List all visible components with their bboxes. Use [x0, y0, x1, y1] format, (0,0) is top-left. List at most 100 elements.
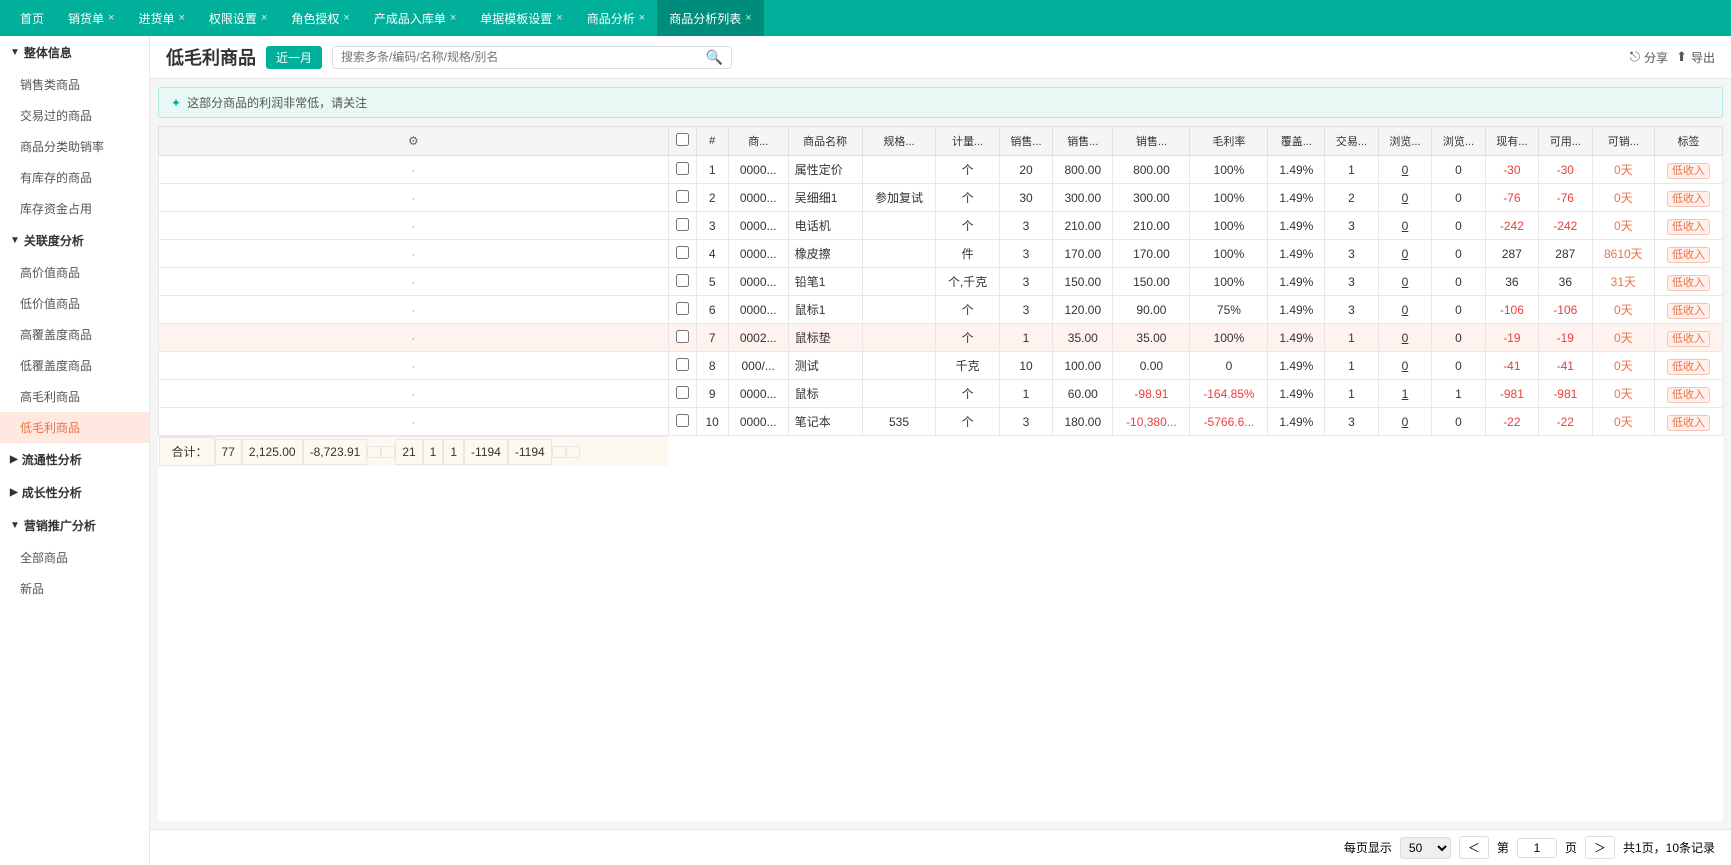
row-checkbox[interactable] — [668, 184, 696, 212]
sidebar-item-capital-occupation[interactable]: 库存资金占用 — [0, 193, 149, 224]
close-icon[interactable]: × — [556, 12, 562, 24]
page-number-input[interactable] — [1517, 838, 1557, 858]
prev-page-button[interactable]: ＜ — [1459, 836, 1489, 859]
row-views1[interactable]: 1 — [1378, 380, 1431, 408]
row-sales-price: 150.00 — [1053, 268, 1113, 296]
sidebar-item-high-value[interactable]: 高价值商品 — [0, 257, 149, 288]
col-name: 商品名称 — [788, 127, 862, 156]
nav-role-auth[interactable]: 角色授权 × — [279, 0, 361, 36]
close-icon[interactable]: × — [450, 12, 456, 24]
nav-sales-order[interactable]: 销货单 × — [56, 0, 126, 36]
sidebar-item-high-profit[interactable]: 高毛利商品 — [0, 381, 149, 412]
row-checkbox[interactable] — [668, 212, 696, 240]
row-settings[interactable]: · — [159, 212, 669, 240]
row-code: 000/... — [728, 352, 788, 380]
export-button[interactable]: ⬆ 导出 — [1676, 49, 1715, 66]
row-settings[interactable]: · — [159, 296, 669, 324]
row-name: 电话机 — [788, 212, 862, 240]
row-settings[interactable]: · — [159, 408, 669, 436]
row-unit: 个 — [936, 408, 999, 436]
row-views1[interactable]: 0 — [1378, 296, 1431, 324]
time-filter-button[interactable]: 近一月 — [266, 46, 322, 69]
sidebar-item-stock-goods[interactable]: 有库存的商品 — [0, 162, 149, 193]
row-sales-price: 800.00 — [1053, 156, 1113, 184]
sidebar-item-low-value[interactable]: 低价值商品 — [0, 288, 149, 319]
search-input[interactable] — [341, 50, 706, 64]
row-checkbox[interactable] — [668, 324, 696, 352]
select-all-checkbox[interactable] — [676, 133, 689, 146]
row-views1[interactable]: 0 — [1378, 156, 1431, 184]
sidebar-item-low-coverage[interactable]: 低覆盖度商品 — [0, 350, 149, 381]
row-available: -22 — [1539, 408, 1592, 436]
row-views1[interactable]: 0 — [1378, 240, 1431, 268]
nav-product-analysis-list[interactable]: 商品分析列表 × — [657, 0, 763, 36]
col-gross-rate: 毛利率 — [1190, 127, 1268, 156]
sidebar-group-circulation[interactable]: ▶ 流通性分析 — [0, 443, 149, 476]
col-tag: 标签 — [1655, 127, 1723, 156]
row-views1[interactable]: 0 — [1378, 212, 1431, 240]
row-transactions: 3 — [1325, 268, 1378, 296]
row-settings[interactable]: · — [159, 324, 669, 352]
close-icon[interactable]: × — [108, 12, 114, 24]
col-spec: 规格... — [862, 127, 936, 156]
row-views1[interactable]: 0 — [1378, 184, 1431, 212]
row-checkbox[interactable] — [668, 240, 696, 268]
sidebar-item-sales-goods[interactable]: 销售类商品 — [0, 69, 149, 100]
sidebar-group-growth[interactable]: ▶ 成长性分析 — [0, 476, 149, 509]
footer-transactions: 21 — [395, 439, 422, 465]
next-page-button[interactable]: ＞ — [1585, 836, 1615, 859]
row-views2: 0 — [1432, 212, 1485, 240]
nav-product-inbound[interactable]: 产成品入库单 × — [362, 0, 468, 36]
col-current-stock: 现有... — [1485, 127, 1538, 156]
row-settings[interactable]: · — [159, 352, 669, 380]
nav-product-analysis[interactable]: 商品分析 × — [575, 0, 657, 36]
sidebar-group-relevance[interactable]: ▼ 关联度分析 — [0, 224, 149, 257]
sidebar-item-new-goods[interactable]: 新品 — [0, 573, 149, 604]
close-icon[interactable]: × — [261, 12, 267, 24]
row-views2: 0 — [1432, 156, 1485, 184]
nav-permissions[interactable]: 权限设置 × — [197, 0, 279, 36]
row-views1[interactable]: 0 — [1378, 352, 1431, 380]
sidebar-group-marketing[interactable]: ▼ 营销推广分析 — [0, 509, 149, 542]
sidebar-item-traded-goods[interactable]: 交易过的商品 — [0, 100, 149, 131]
row-checkbox[interactable] — [668, 156, 696, 184]
row-settings[interactable]: · — [159, 184, 669, 212]
search-icon[interactable]: 🔍 — [706, 49, 723, 66]
row-checkbox[interactable] — [668, 408, 696, 436]
sidebar-item-low-profit[interactable]: 低毛利商品 — [0, 412, 149, 443]
nav-home[interactable]: 首页 — [8, 0, 56, 36]
row-views1[interactable]: 0 — [1378, 408, 1431, 436]
col-settings[interactable]: ⚙ — [159, 127, 669, 156]
row-sellable: 0天 — [1592, 408, 1655, 436]
nav-template-settings[interactable]: 单据模板设置 × — [468, 0, 574, 36]
row-views1[interactable]: 0 — [1378, 324, 1431, 352]
row-settings[interactable]: · — [159, 240, 669, 268]
row-views1[interactable]: 0 — [1378, 268, 1431, 296]
row-settings[interactable]: · — [159, 380, 669, 408]
close-icon[interactable]: × — [343, 12, 349, 24]
row-checkbox[interactable] — [668, 380, 696, 408]
close-icon[interactable]: × — [639, 12, 645, 24]
row-settings[interactable]: · — [159, 156, 669, 184]
sidebar-item-all-goods[interactable]: 全部商品 — [0, 542, 149, 573]
search-box[interactable]: 🔍 — [332, 46, 732, 69]
row-checkbox[interactable] — [668, 352, 696, 380]
close-icon[interactable]: × — [178, 12, 184, 24]
nav-purchase-order[interactable]: 进货单 × — [126, 0, 196, 36]
footer-tag — [566, 446, 580, 458]
footer-sales-qty: 77 — [215, 439, 242, 465]
row-coverage: 1.49% — [1268, 324, 1325, 352]
sidebar-group-overall[interactable]: ▼ 整体信息 — [0, 36, 149, 69]
sidebar-item-high-coverage[interactable]: 高覆盖度商品 — [0, 319, 149, 350]
sidebar-item-category-rate[interactable]: 商品分类助销率 — [0, 131, 149, 162]
row-settings[interactable]: · — [159, 268, 669, 296]
close-icon[interactable]: × — [745, 12, 751, 24]
footer-current-stock: -1194 — [464, 439, 508, 465]
page-size-select[interactable]: 50 100 200 — [1400, 837, 1451, 859]
row-checkbox[interactable] — [668, 268, 696, 296]
page-end-label: 页 — [1565, 839, 1577, 856]
row-checkbox[interactable] — [668, 296, 696, 324]
footer-label: 合计： — [172, 445, 208, 459]
table-wrapper[interactable]: ⚙ # 商... 商品名称 规格... 计量... 销售... 销售... 销售… — [158, 126, 1723, 821]
share-button[interactable]: ⎋ 分享 — [1630, 49, 1668, 66]
